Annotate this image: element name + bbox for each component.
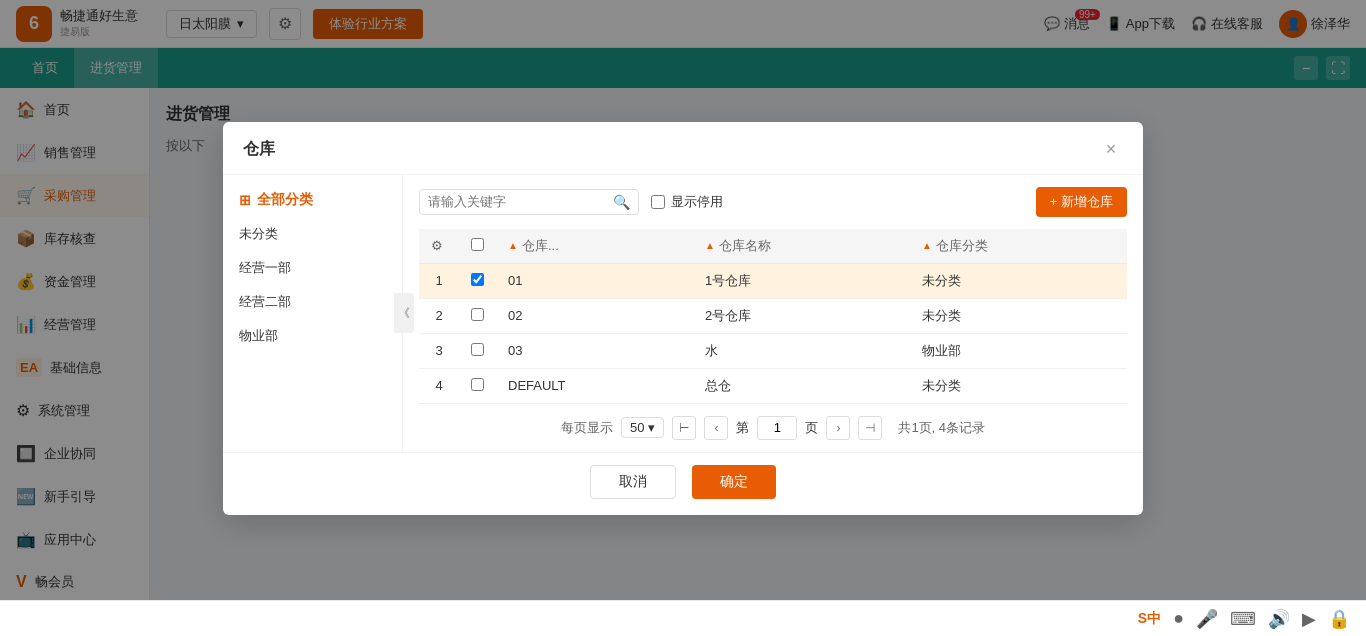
bottom-taskbar: S中 ● 🎤 ⌨ 🔊 ▶ 🔒 <box>0 600 1366 636</box>
category-panel: ⊞ 全部分类 未分类 经营一部 经营二部 物业部 《 <box>223 175 403 452</box>
grid-icon: ⊞ <box>239 192 251 208</box>
taskbar-keyboard-icon[interactable]: ⌨ <box>1230 608 1256 630</box>
settings-icon: ⚙ <box>431 238 443 253</box>
confirm-button[interactable]: 确定 <box>692 465 776 499</box>
category-all[interactable]: ⊞ 全部分类 <box>223 183 402 217</box>
col-code: ▲ 仓库... <box>496 229 693 264</box>
row-name: 1号仓库 <box>693 263 910 298</box>
next-page-button[interactable]: › <box>826 416 850 440</box>
last-page-button[interactable]: ⊣ <box>858 416 882 440</box>
page-info: 共1页, 4条记录 <box>898 419 985 437</box>
table-row[interactable]: 3 03 水 物业部 <box>419 333 1127 368</box>
row-name: 总仓 <box>693 368 910 403</box>
col-name-label: 仓库名称 <box>719 237 771 255</box>
row-checkbox[interactable] <box>471 308 484 321</box>
row-checkbox[interactable] <box>471 378 484 391</box>
row-num: 4 <box>419 368 459 403</box>
table-row[interactable]: 2 02 2号仓库 未分类 <box>419 298 1127 333</box>
pagination: 每页显示 50 ▾ ⊢ ‹ 第 页 › ⊣ 共1页, 4条记录 <box>419 404 1127 440</box>
warehouse-table: ⚙ ▲ 仓库... <box>419 229 1127 404</box>
warehouse-modal: 仓库 × ⊞ 全部分类 未分类 经营一部 经营二部 物业部 《 <box>223 122 1143 515</box>
category-all-label: 全部分类 <box>257 191 313 209</box>
page-label: 第 <box>736 419 749 437</box>
page-size-select[interactable]: 50 ▾ <box>621 417 664 438</box>
row-category: 未分类 <box>910 263 1127 298</box>
search-box: 🔍 <box>419 189 639 215</box>
category-unclassified[interactable]: 未分类 <box>223 217 402 251</box>
row-num: 1 <box>419 263 459 298</box>
page-number-input[interactable] <box>757 416 797 440</box>
taskbar-play-icon[interactable]: ▶ <box>1302 608 1316 630</box>
page-size-arrow: ▾ <box>648 420 655 435</box>
search-icon: 🔍 <box>613 194 630 210</box>
add-warehouse-button[interactable]: + 新增仓库 <box>1036 187 1127 217</box>
table-head: ⚙ ▲ 仓库... <box>419 229 1127 264</box>
row-checkbox-cell <box>459 263 496 298</box>
row-checkbox[interactable] <box>471 343 484 356</box>
col-category-label: 仓库分类 <box>936 237 988 255</box>
page-unit: 页 <box>805 419 818 437</box>
row-code: 02 <box>496 298 693 333</box>
page-size-label: 每页显示 <box>561 419 613 437</box>
row-checkbox-cell <box>459 368 496 403</box>
table-row[interactable]: 4 DEFAULT 总仓 未分类 <box>419 368 1127 403</box>
row-name: 2号仓库 <box>693 298 910 333</box>
sort-icon: ▲ <box>508 240 518 251</box>
modal-overlay: 仓库 × ⊞ 全部分类 未分类 经营一部 经营二部 物业部 《 <box>0 0 1366 636</box>
category-property[interactable]: 物业部 <box>223 319 402 353</box>
modal-close-button[interactable]: × <box>1099 138 1123 162</box>
category-toggle-button[interactable]: 《 <box>394 293 414 333</box>
search-input[interactable] <box>428 194 607 209</box>
table-wrapper: ⚙ ▲ 仓库... <box>419 229 1127 404</box>
row-category: 未分类 <box>910 368 1127 403</box>
modal-body: ⊞ 全部分类 未分类 经营一部 经营二部 物业部 《 🔍 <box>223 175 1143 452</box>
sort-icon-cat: ▲ <box>922 240 932 251</box>
row-checkbox-cell <box>459 298 496 333</box>
cancel-button[interactable]: 取消 <box>590 465 676 499</box>
prev-page-button[interactable]: ‹ <box>704 416 728 440</box>
category-dept2[interactable]: 经营二部 <box>223 285 402 319</box>
taskbar-dot-icon[interactable]: ● <box>1173 608 1184 629</box>
col-name: ▲ 仓库名称 <box>693 229 910 264</box>
row-code: 03 <box>496 333 693 368</box>
modal-header: 仓库 × <box>223 122 1143 175</box>
row-code: DEFAULT <box>496 368 693 403</box>
row-num: 3 <box>419 333 459 368</box>
category-dept1[interactable]: 经营一部 <box>223 251 402 285</box>
table-header-row: ⚙ ▲ 仓库... <box>419 229 1127 264</box>
data-toolbar: 🔍 显示停用 + 新增仓库 <box>419 187 1127 217</box>
show-disabled-checkbox[interactable] <box>651 195 665 209</box>
taskbar-volume-icon[interactable]: 🔊 <box>1268 608 1290 630</box>
data-panel: 🔍 显示停用 + 新增仓库 ⚙ <box>403 175 1143 452</box>
taskbar-lock-icon[interactable]: 🔒 <box>1328 608 1350 630</box>
modal-title: 仓库 <box>243 139 275 160</box>
col-settings: ⚙ <box>419 229 459 264</box>
row-category: 未分类 <box>910 298 1127 333</box>
show-disabled-label: 显示停用 <box>671 193 723 211</box>
show-disabled-area: 显示停用 <box>651 193 723 211</box>
taskbar-mic-icon[interactable]: 🎤 <box>1196 608 1218 630</box>
taskbar-s-icon[interactable]: S中 <box>1138 610 1161 628</box>
row-code: 01 <box>496 263 693 298</box>
row-num: 2 <box>419 298 459 333</box>
modal-footer: 取消 确定 <box>223 452 1143 515</box>
page-size-value: 50 <box>630 420 644 435</box>
row-name: 水 <box>693 333 910 368</box>
row-checkbox[interactable] <box>471 273 484 286</box>
table-body: 1 01 1号仓库 未分类 2 <box>419 263 1127 403</box>
first-page-button[interactable]: ⊢ <box>672 416 696 440</box>
row-category: 物业部 <box>910 333 1127 368</box>
table-row[interactable]: 1 01 1号仓库 未分类 <box>419 263 1127 298</box>
col-checkbox <box>459 229 496 264</box>
sort-icon-name: ▲ <box>705 240 715 251</box>
col-category: ▲ 仓库分类 <box>910 229 1127 264</box>
col-code-label: 仓库... <box>522 237 559 255</box>
row-checkbox-cell <box>459 333 496 368</box>
select-all-checkbox[interactable] <box>471 238 484 251</box>
